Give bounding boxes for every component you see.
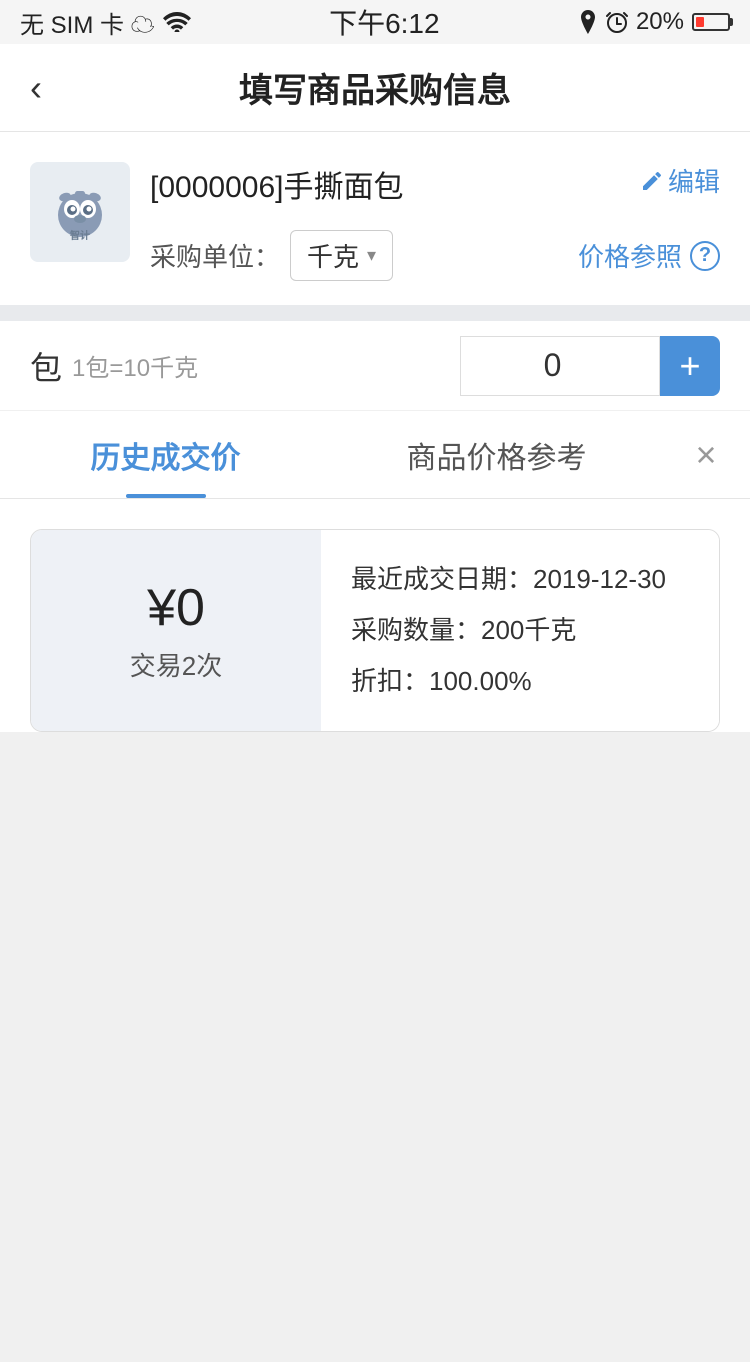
price-reference-button[interactable]: 价格参照 ? <box>578 237 720 274</box>
status-bar: 无 SIM 卡 ☁ 下午6:12 20% <box>0 0 750 44</box>
quantity-input[interactable] <box>460 336 660 396</box>
qty-unit-char: 包 <box>30 343 62 389</box>
product-name: [0000006]手撕面包 <box>150 162 620 206</box>
price-card-left: ¥0 交易2次 <box>31 530 321 731</box>
unit-selector-group: 采购单位： 千克 ▾ <box>150 230 393 281</box>
section-divider <box>0 305 750 321</box>
quantity-plus-button[interactable]: + <box>660 336 720 396</box>
unit-value: 千克 <box>307 237 359 274</box>
qty-conversion-hint: 1包=10千克 <box>72 348 198 383</box>
product-thumbnail: 智计 <box>30 162 130 262</box>
purchase-quantity: 采购数量：200千克 <box>351 611 689 650</box>
quantity-input-group: + <box>460 336 720 396</box>
product-logo-icon: 智计 <box>45 177 115 247</box>
last-deal-date: 最近成交日期：2019-12-30 <box>351 560 689 599</box>
chevron-down-icon: ▾ <box>367 245 376 266</box>
page-title: 填写商品采购信息 <box>239 63 511 112</box>
price-value: 0 <box>176 579 205 637</box>
transaction-count: 交易2次 <box>130 646 222 683</box>
tabs-header: 历史成交价 商品价格参考 × <box>0 411 750 499</box>
svg-text:智计: 智计 <box>70 229 90 242</box>
nav-bar: ‹ 填写商品采购信息 <box>0 44 750 132</box>
quantity-unit-label: 包 1包=10千克 <box>30 343 460 389</box>
price-card: ¥0 交易2次 最近成交日期：2019-12-30 采购数量：200千克 折扣：… <box>30 529 720 732</box>
unit-row: 采购单位： 千克 ▾ 价格参照 ? <box>150 230 720 281</box>
product-info: [0000006]手撕面包 编辑 采购单位： 千克 ▾ 价格 <box>150 162 720 281</box>
tab-close-button[interactable]: × <box>662 411 750 499</box>
sim-label: 无 SIM 卡 ☁ <box>20 5 155 40</box>
unit-label: 采购单位： <box>150 237 280 274</box>
price-card-right: 最近成交日期：2019-12-30 采购数量：200千克 折扣：100.00% <box>321 530 719 731</box>
quantity-section: 包 1包=10千克 + <box>0 321 750 411</box>
status-right: 20% <box>578 8 730 36</box>
status-time: 下午6:12 <box>329 2 440 42</box>
content-area <box>0 762 750 1362</box>
product-header: [0000006]手撕面包 编辑 <box>150 162 720 206</box>
back-button[interactable]: ‹ <box>20 57 52 119</box>
edit-button[interactable]: 编辑 <box>640 162 720 199</box>
help-icon: ? <box>690 241 720 271</box>
product-section: 智计 [0000006]手撕面包 编辑 采购单位： 千克 ▾ <box>0 132 750 305</box>
tab-history-price[interactable]: 历史成交价 <box>0 411 331 498</box>
tab-active-indicator <box>126 494 206 498</box>
product-row: 智计 [0000006]手撕面包 编辑 采购单位： 千克 ▾ <box>30 162 720 281</box>
unit-dropdown[interactable]: 千克 ▾ <box>290 230 393 281</box>
tabs-section: 历史成交价 商品价格参考 × ¥0 交易2次 最近成交日期：2019-12-30… <box>0 411 750 732</box>
battery-icon <box>692 13 730 31</box>
tab-product-price-ref[interactable]: 商品价格参考 <box>331 411 662 498</box>
currency-symbol: ¥ <box>147 579 176 637</box>
discount-info: 折扣：100.00% <box>351 662 689 701</box>
price-display: ¥0 <box>147 578 205 638</box>
status-left: 无 SIM 卡 ☁ <box>20 5 191 40</box>
edit-icon <box>640 169 664 193</box>
alarm-icon <box>606 10 628 34</box>
wifi-icon <box>163 12 191 32</box>
battery-percent: 20% <box>636 8 684 36</box>
location-icon <box>578 10 598 34</box>
